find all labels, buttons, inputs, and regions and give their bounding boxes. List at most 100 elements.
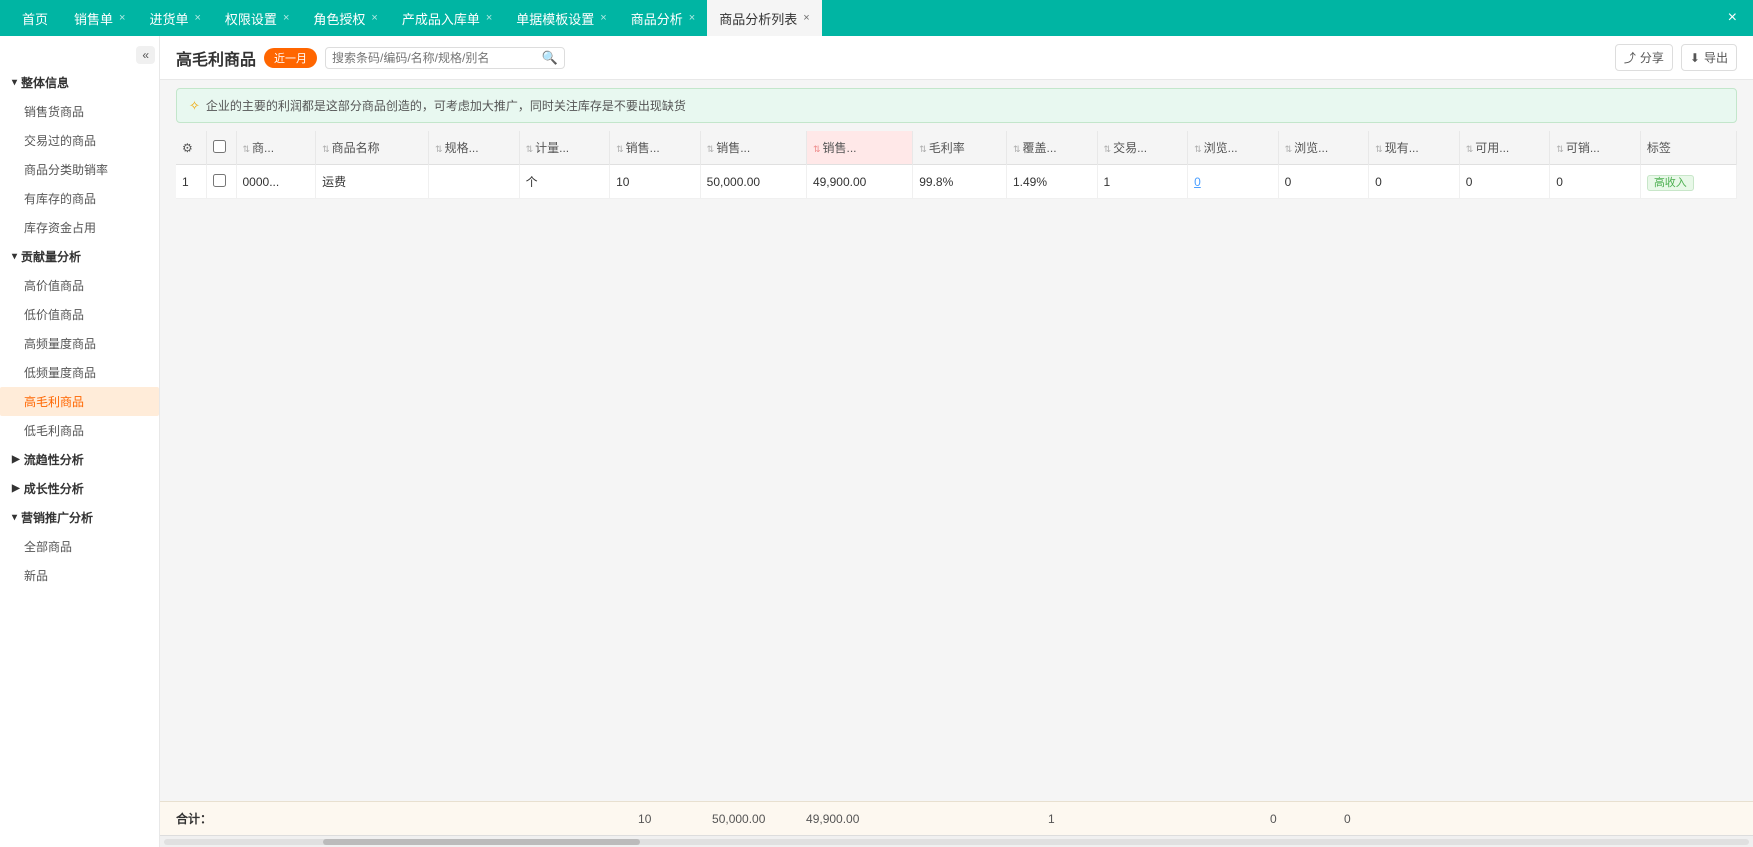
col-coverage[interactable]: ⇅覆盖...: [1006, 131, 1097, 165]
sidebar-item-new-goods[interactable]: 新品: [0, 561, 159, 590]
horizontal-scrollbar[interactable]: [160, 835, 1753, 847]
cell-checkbox[interactable]: [206, 165, 236, 199]
info-icon: ✧: [189, 98, 200, 114]
nav-tab-purchase[interactable]: 进货单 ×: [137, 0, 212, 36]
col-sales-qty[interactable]: ⇅销售...: [610, 131, 701, 165]
close-sales-tab[interactable]: ×: [119, 12, 125, 24]
close-products-tab[interactable]: ×: [486, 12, 492, 24]
cell-sales-amount: 50,000.00: [700, 165, 806, 199]
share-label: 分享: [1640, 49, 1664, 66]
info-banner-text: 企业的主要的利润都是这部分商品创造的，可考虑加大推广，同时关注库存是不要出现缺货: [206, 97, 686, 114]
nav-tab-home[interactable]: 首页: [8, 0, 62, 36]
nav-tab-sales[interactable]: 销售单 ×: [62, 0, 137, 36]
export-label: 导出: [1704, 49, 1728, 66]
sidebar-item-low-value[interactable]: 低价值商品: [0, 300, 159, 329]
sidebar-item-low-margin[interactable]: 低毛利商品: [0, 416, 159, 445]
sidebar-group-growth[interactable]: ▶ 成长性分析: [0, 474, 159, 503]
close-analysis-list-tab[interactable]: ×: [803, 12, 809, 24]
scrollbar-track: [164, 839, 1749, 845]
nav-tab-roles[interactable]: 角色授权 ×: [301, 0, 389, 36]
sidebar-group-trend[interactable]: ▶ 流趋性分析: [0, 445, 159, 474]
sidebar-item-analysis-rate[interactable]: 商品分类助销率: [0, 155, 159, 184]
table-wrapper[interactable]: ⚙ ⇅商... ⇅商品名称 ⇅规格... ⇅计量... ⇅销售... ⇅销售..…: [160, 131, 1753, 801]
col-sales-amount[interactable]: ⇅销售...: [700, 131, 806, 165]
nav-tab-analysis[interactable]: 商品分析 ×: [619, 0, 707, 36]
sidebar-collapse-button[interactable]: «: [136, 46, 155, 64]
close-roles-tab[interactable]: ×: [371, 12, 377, 24]
sidebar-item-capital-occupy[interactable]: 库存资金占用: [0, 213, 159, 242]
cell-current-stock: 0: [1369, 165, 1460, 199]
footer-bar: 合计： 10 50,000.00 49,900.00 1 0 0: [160, 801, 1753, 835]
select-all-checkbox[interactable]: [213, 140, 226, 153]
scrollbar-thumb[interactable]: [323, 839, 640, 845]
col-settings[interactable]: ⚙: [176, 131, 206, 165]
row-checkbox[interactable]: [213, 174, 226, 187]
nav-tab-template[interactable]: 单据模板设置 ×: [504, 0, 618, 36]
cell-index: 1: [176, 165, 206, 199]
table-header-row: ⚙ ⇅商... ⇅商品名称 ⇅规格... ⇅计量... ⇅销售... ⇅销售..…: [176, 131, 1737, 165]
nav-tab-products[interactable]: 产成品入库单 ×: [390, 0, 504, 36]
col-tag[interactable]: 标签: [1640, 131, 1736, 165]
sidebar-item-all-goods[interactable]: 全部商品: [0, 532, 159, 561]
page-title: 高毛利商品: [176, 46, 256, 70]
col-current-stock[interactable]: ⇅现有...: [1369, 131, 1460, 165]
sidebar-item-sales-goods[interactable]: 销售货商品: [0, 97, 159, 126]
permissions-tab-label: 权限设置: [225, 9, 277, 28]
col-margin-rate[interactable]: ⇅毛利率: [913, 131, 1007, 165]
cell-sales-qty: 10: [610, 165, 701, 199]
col-checkbox[interactable]: [206, 131, 236, 165]
footer-transactions: 1: [1048, 812, 1118, 826]
group-trend-label: 流趋性分析: [24, 451, 84, 468]
purchase-tab-label: 进货单: [149, 9, 188, 28]
footer-stock: 0: [1270, 812, 1340, 826]
sidebar-group-overall[interactable]: ▾ 整体信息: [0, 68, 159, 97]
sidebar-group-marketing[interactable]: ▾ 营销推广分析: [0, 503, 159, 532]
col-view1[interactable]: ⇅浏览...: [1188, 131, 1279, 165]
col-available[interactable]: ⇅可用...: [1459, 131, 1550, 165]
sidebar-item-high-margin[interactable]: 高毛利商品: [0, 387, 159, 416]
cell-sellable: 0: [1550, 165, 1641, 199]
settings-icon: ⚙: [182, 141, 193, 155]
sidebar-item-high-value[interactable]: 高价值商品: [0, 271, 159, 300]
header-actions: ⤴ 分享 ⬇ 导出: [1615, 44, 1737, 71]
cell-sales-cost: 49,900.00: [806, 165, 912, 199]
cell-name: 运费: [316, 165, 429, 199]
close-all-tabs[interactable]: ×: [1720, 9, 1745, 27]
col-code[interactable]: ⇅商...: [236, 131, 316, 165]
col-sales-cost[interactable]: ⇅销售...: [806, 131, 912, 165]
group-marketing-label: 营销推广分析: [21, 509, 93, 526]
filter-button[interactable]: 近一月: [264, 48, 317, 68]
col-unit[interactable]: ⇅计量...: [519, 131, 610, 165]
col-sellable[interactable]: ⇅可销...: [1550, 131, 1641, 165]
col-view2[interactable]: ⇅浏览...: [1278, 131, 1369, 165]
nav-tab-permissions[interactable]: 权限设置 ×: [213, 0, 301, 36]
group-overall-arrow: ▾: [12, 77, 17, 88]
sidebar-item-high-freq[interactable]: 高频量度商品: [0, 329, 159, 358]
search-input[interactable]: [332, 51, 542, 65]
col-transactions[interactable]: ⇅交易...: [1097, 131, 1188, 165]
sidebar-group-contribution[interactable]: ▾ 贡献量分析: [0, 242, 159, 271]
sidebar-item-in-stock[interactable]: 有库存的商品: [0, 184, 159, 213]
sales-tab-label: 销售单: [74, 9, 113, 28]
sidebar-item-low-freq[interactable]: 低频量度商品: [0, 358, 159, 387]
sidebar: « ▾ 整体信息 销售货商品 交易过的商品 商品分类助销率: [0, 36, 160, 847]
sidebar-item-traded-goods[interactable]: 交易过的商品: [0, 126, 159, 155]
analysis-tab-label: 商品分析: [631, 9, 683, 28]
info-banner: ✧ 企业的主要的利润都是这部分商品创造的，可考虑加大推广，同时关注库存是不要出现…: [176, 88, 1737, 123]
close-analysis-tab[interactable]: ×: [689, 12, 695, 24]
share-icon: ⤴: [1624, 49, 1636, 66]
share-button[interactable]: ⤴ 分享: [1615, 44, 1673, 71]
close-template-tab[interactable]: ×: [600, 12, 606, 24]
col-spec[interactable]: ⇅规格...: [429, 131, 520, 165]
template-tab-label: 单据模板设置: [516, 9, 594, 28]
nav-tab-analysis-list[interactable]: 商品分析列表 ×: [707, 0, 821, 36]
close-permissions-tab[interactable]: ×: [283, 12, 289, 24]
export-button[interactable]: ⬇ 导出: [1681, 44, 1737, 71]
search-icon[interactable]: 🔍: [542, 50, 558, 66]
cell-view2: 0: [1278, 165, 1369, 199]
close-purchase-tab[interactable]: ×: [194, 12, 200, 24]
col-name[interactable]: ⇅商品名称: [316, 131, 429, 165]
cell-view1[interactable]: 0: [1188, 165, 1279, 199]
cell-spec: [429, 165, 520, 199]
footer-qty: 10: [638, 812, 708, 826]
